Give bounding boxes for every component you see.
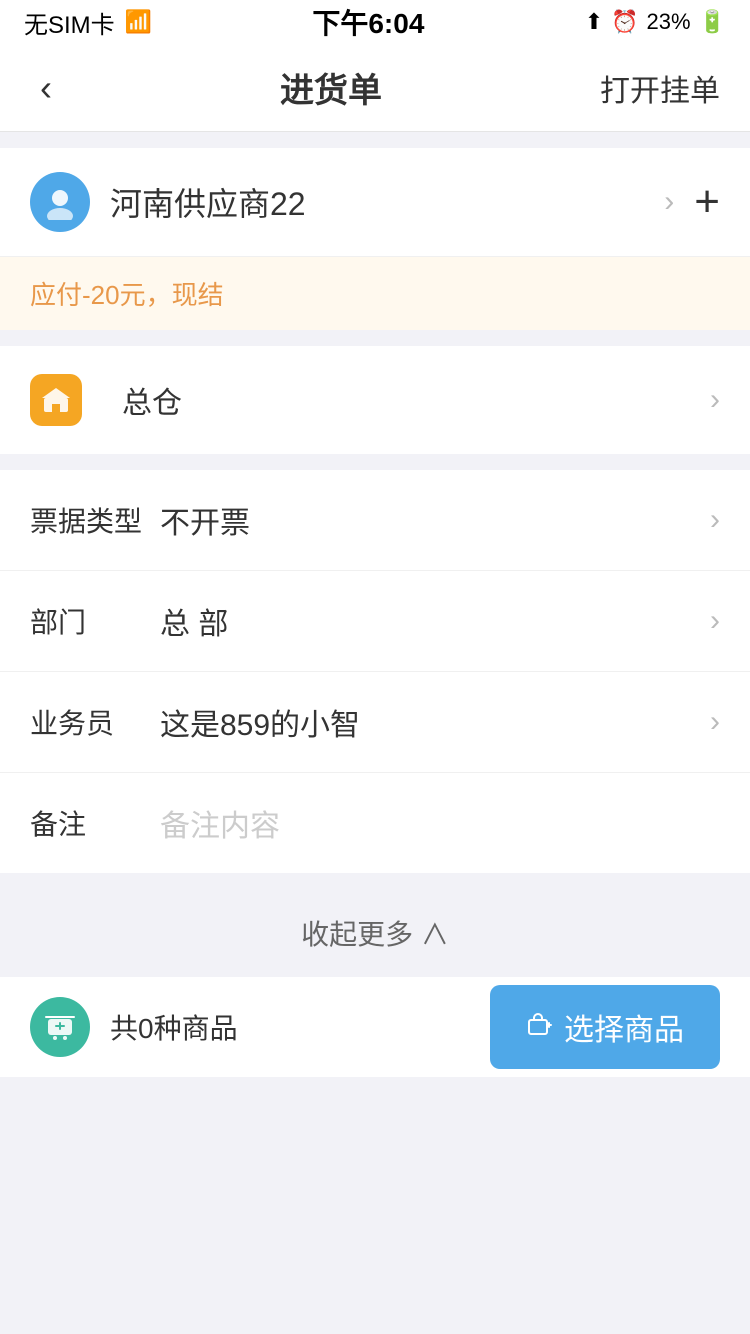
select-goods-label: 选择商品 (564, 1005, 684, 1049)
status-bar-left: 无SIM卡 📶 (24, 5, 152, 40)
battery-label: 23% (647, 9, 691, 35)
supplier-add-button[interactable]: + (694, 177, 720, 227)
department-label: 部门 (30, 601, 150, 641)
open-pending-button[interactable]: 打开挂单 (600, 66, 720, 110)
department-value: 总 部 (160, 599, 710, 643)
bottom-bar: 共0种商品 选择商品 (0, 977, 750, 1077)
alarm-icon: ⏰ (611, 9, 638, 35)
remark-row[interactable]: 备注 备注内容 (0, 773, 750, 873)
page-title: 进货单 (280, 63, 382, 112)
invoice-chevron-icon: › (710, 503, 720, 537)
collapse-label: 收起更多 ∧ (301, 913, 449, 953)
goods-cart-icon (42, 1009, 78, 1045)
warehouse-card: 总仓 › (0, 346, 750, 454)
carrier-label: 无SIM卡 (24, 5, 115, 40)
invoice-value: 不开票 (160, 498, 710, 542)
status-bar-time: 下午6:04 (312, 2, 424, 42)
battery-icon: 🔋 (699, 9, 726, 35)
staff-row[interactable]: 业务员 这是859的小智 › (0, 672, 750, 773)
warehouse-chevron-icon: › (710, 383, 720, 417)
status-bar: 无SIM卡 📶 下午6:04 ⬆ ⏰ 23% 🔋 (0, 0, 750, 44)
supplier-avatar-icon (42, 184, 78, 220)
warehouse-svg-icon (40, 384, 72, 416)
department-row[interactable]: 部门 总 部 › (0, 571, 750, 672)
supplier-name: 河南供应商22 (110, 179, 664, 225)
collapse-row[interactable]: 收起更多 ∧ (0, 889, 750, 977)
form-card: 票据类型 不开票 › 部门 总 部 › 业务员 这是859的小智 › 备注 备注… (0, 470, 750, 873)
goods-icon (30, 997, 90, 1057)
notice-bar: 应付-20元，现结 (0, 257, 750, 330)
supplier-chevron-icon: › (664, 185, 674, 219)
remark-input[interactable]: 备注内容 (160, 801, 720, 845)
warehouse-name: 总仓 (122, 378, 710, 422)
nav-bar: ‹ 进货单 打开挂单 (0, 44, 750, 132)
back-button[interactable]: ‹ (30, 57, 62, 119)
select-goods-button[interactable]: 选择商品 (490, 985, 720, 1069)
supplier-avatar (30, 172, 90, 232)
department-chevron-icon: › (710, 604, 720, 638)
notice-text: 应付-20元，现结 (30, 280, 224, 310)
location-icon: ⬆ (585, 9, 603, 35)
content-area: 河南供应商22 › + 应付-20元，现结 总仓 › 票据类型 不开票 (0, 148, 750, 1077)
staff-label: 业务员 (30, 702, 150, 742)
invoice-row[interactable]: 票据类型 不开票 › (0, 470, 750, 571)
supplier-row[interactable]: 河南供应商22 › + (0, 148, 750, 257)
warehouse-row[interactable]: 总仓 › (0, 346, 750, 454)
wifi-icon: 📶 (125, 9, 152, 35)
goods-count-label: 共0种商品 (110, 1007, 490, 1047)
staff-chevron-icon: › (710, 705, 720, 739)
invoice-label: 票据类型 (30, 500, 150, 540)
remark-label: 备注 (30, 803, 150, 843)
warehouse-icon (30, 374, 82, 426)
supplier-card: 河南供应商22 › + 应付-20元，现结 (0, 148, 750, 330)
staff-value: 这是859的小智 (160, 700, 710, 744)
status-bar-right: ⬆ ⏰ 23% 🔋 (585, 9, 726, 35)
select-goods-icon (526, 1013, 554, 1041)
